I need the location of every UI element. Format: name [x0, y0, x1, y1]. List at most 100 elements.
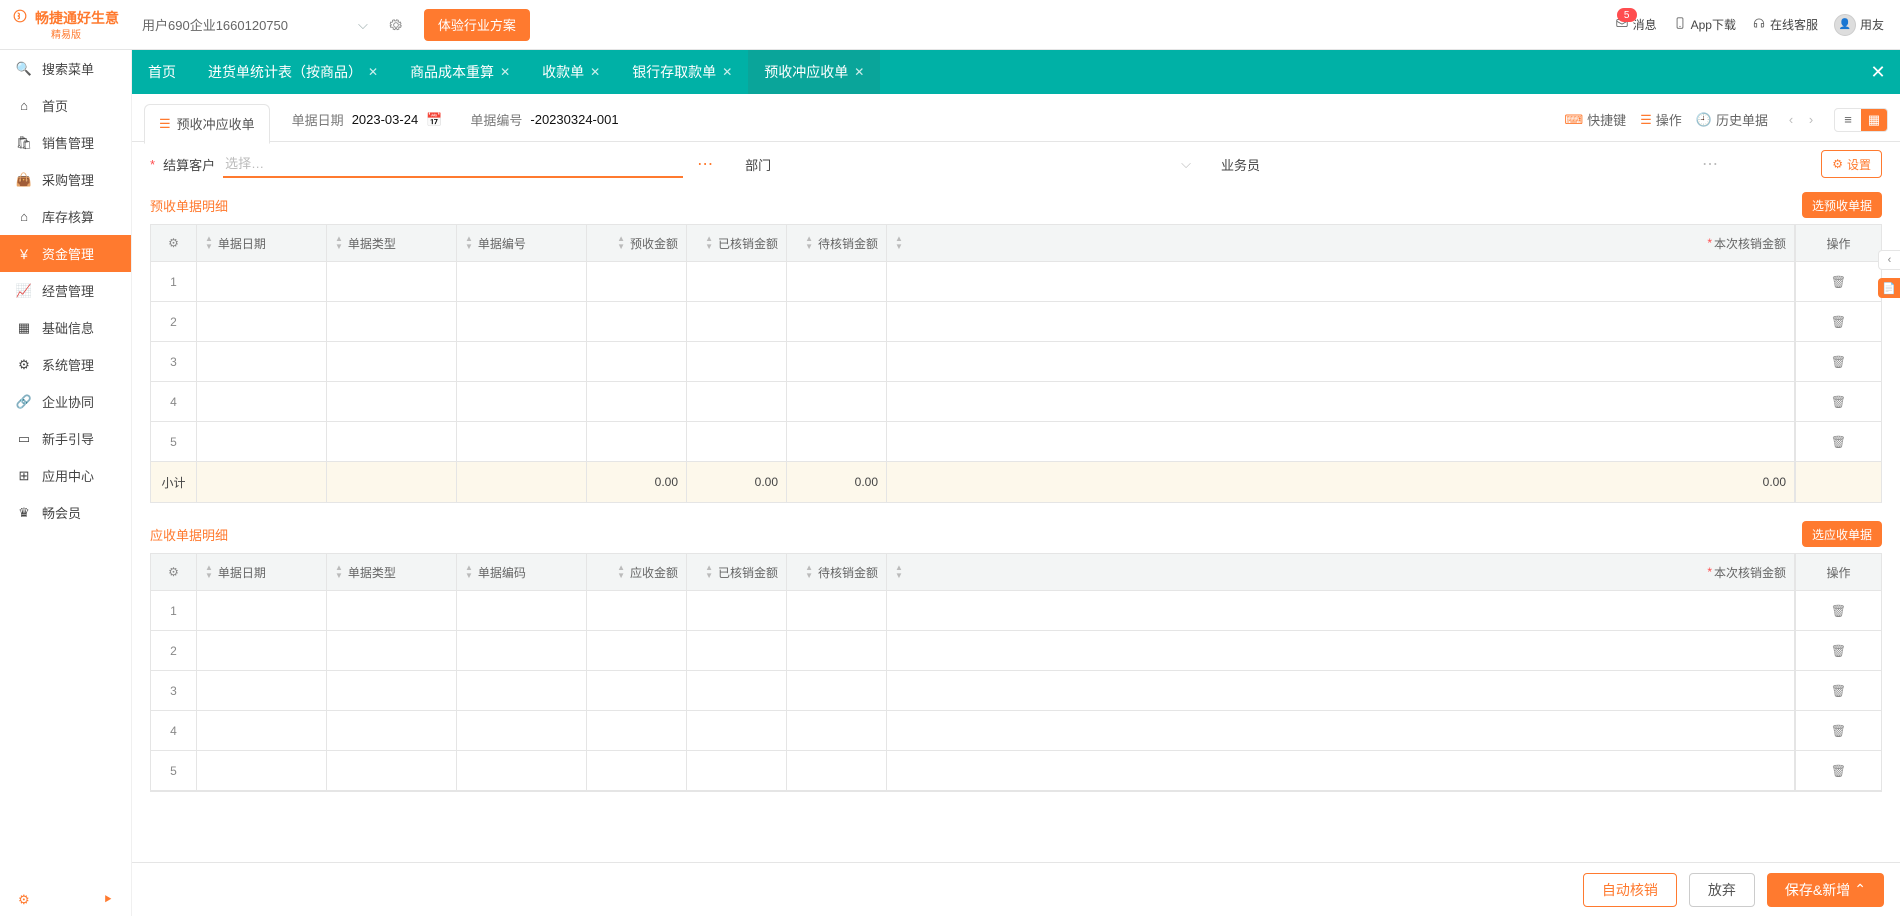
col-pend[interactable]: ▲▼待核销金额 — [787, 225, 887, 261]
doc-pill[interactable]: ☰ 预收冲应收单 — [144, 104, 270, 144]
delete-icon[interactable]: 🗑 — [1831, 275, 1846, 289]
cell[interactable] — [457, 711, 587, 751]
delete-icon[interactable]: 🗑 — [1831, 644, 1846, 658]
cell[interactable] — [327, 422, 457, 462]
cell[interactable] — [787, 751, 887, 791]
delete-icon[interactable]: 🗑 — [1831, 764, 1846, 778]
cell[interactable] — [787, 631, 887, 671]
cell[interactable] — [587, 262, 687, 302]
cell[interactable] — [327, 751, 457, 791]
table-row[interactable]: 4🗑 — [151, 711, 1881, 751]
close-all-tabs[interactable]: ✕ — [1856, 50, 1900, 94]
cell[interactable] — [197, 591, 327, 631]
settings-icon[interactable] — [380, 9, 412, 41]
tab[interactable]: 进货单统计表（按商品）✕ — [192, 50, 394, 94]
close-icon[interactable]: ✕ — [722, 65, 732, 79]
customer-picker-icon[interactable]: ⋯ — [697, 154, 715, 174]
cell[interactable] — [327, 342, 457, 382]
sidebar-item-box[interactable]: ⌂库存核算 — [0, 198, 131, 235]
cell[interactable] — [457, 631, 587, 671]
close-icon[interactable]: ✕ — [368, 65, 378, 79]
cell[interactable] — [457, 422, 587, 462]
cell[interactable] — [887, 711, 1795, 751]
col-config-icon[interactable]: ⚙ — [151, 554, 197, 590]
sidebar-item-grid[interactable]: ▦基础信息 — [0, 309, 131, 346]
customer-service-link[interactable]: 在线客服 — [1752, 16, 1818, 33]
col-this[interactable]: ▲▼*本次核销金额 — [887, 554, 1795, 590]
sidebar-item-wallet[interactable]: ￥资金管理 — [0, 235, 131, 272]
cell[interactable] — [197, 262, 327, 302]
sidebar-item-cart[interactable]: 🛍销售管理 — [0, 124, 131, 161]
cell[interactable] — [787, 382, 887, 422]
tab[interactable]: 银行存取款单✕ — [616, 50, 748, 94]
view-list[interactable]: ≡ — [1835, 109, 1861, 131]
cell[interactable] — [457, 591, 587, 631]
cell[interactable] — [687, 422, 787, 462]
col-preamt[interactable]: ▲▼预收金额 — [587, 225, 687, 261]
cell[interactable] — [787, 671, 887, 711]
customer-input[interactable] — [223, 150, 683, 178]
col-type[interactable]: ▲▼单据类型 — [327, 225, 457, 261]
table-row[interactable]: 3🗑 — [151, 342, 1881, 382]
col-date[interactable]: ▲▼单据日期 — [197, 225, 327, 261]
operate-link[interactable]: ☰操作 — [1640, 110, 1682, 129]
cell[interactable] — [687, 262, 787, 302]
cell[interactable] — [887, 631, 1795, 671]
cell[interactable] — [457, 302, 587, 342]
cell[interactable] — [587, 591, 687, 631]
cell[interactable] — [687, 302, 787, 342]
col-done[interactable]: ▲▼已核销金额 — [687, 554, 787, 590]
cell[interactable] — [887, 422, 1795, 462]
settings-button[interactable]: ⚙设置 — [1821, 150, 1882, 178]
cell[interactable] — [327, 711, 457, 751]
sidebar-item-bag[interactable]: 👜采购管理 — [0, 161, 131, 198]
col-date[interactable]: ▲▼单据日期 — [197, 554, 327, 590]
auto-match-button[interactable]: 自动核销 — [1583, 873, 1677, 907]
company-select[interactable]: 用户690企业1660120750 ⌵ — [142, 15, 368, 34]
cell[interactable] — [197, 342, 327, 382]
cell[interactable] — [887, 591, 1795, 631]
cell[interactable] — [687, 751, 787, 791]
tab[interactable]: 收款单✕ — [526, 50, 616, 94]
cell[interactable] — [687, 671, 787, 711]
cell[interactable] — [327, 382, 457, 422]
cell[interactable] — [587, 422, 687, 462]
cell[interactable] — [587, 711, 687, 751]
cell[interactable] — [787, 422, 887, 462]
collapse-icon[interactable]: ⯈ — [103, 892, 113, 908]
cell[interactable] — [587, 671, 687, 711]
col-config-icon[interactable]: ⚙ — [151, 225, 197, 261]
cell[interactable] — [327, 262, 457, 302]
cell[interactable] — [197, 671, 327, 711]
cell[interactable] — [587, 342, 687, 382]
cell[interactable] — [787, 711, 887, 751]
sidebar-item-search[interactable]: 🔍搜索菜单 — [0, 50, 131, 87]
delete-icon[interactable]: 🗑 — [1831, 724, 1846, 738]
cell[interactable] — [457, 262, 587, 302]
cell[interactable] — [887, 751, 1795, 791]
table-row[interactable]: 5🗑 — [151, 422, 1881, 462]
tab[interactable]: 预收冲应收单✕ — [748, 50, 880, 94]
cell[interactable] — [887, 382, 1795, 422]
tab[interactable]: 首页 — [132, 50, 192, 94]
sidebar-item-book[interactable]: ▭新手引导 — [0, 420, 131, 457]
cell[interactable] — [887, 262, 1795, 302]
cell[interactable] — [687, 591, 787, 631]
gear-icon[interactable]: ⚙ — [18, 892, 30, 908]
close-icon[interactable]: ✕ — [854, 65, 864, 79]
cell[interactable] — [587, 382, 687, 422]
cell[interactable] — [197, 711, 327, 751]
pager-prev[interactable]: ‹ — [1782, 111, 1800, 129]
cell[interactable] — [687, 382, 787, 422]
cell[interactable] — [197, 382, 327, 422]
chevron-down-icon[interactable]: ⌵ — [1181, 156, 1191, 172]
close-icon[interactable]: ✕ — [590, 65, 600, 79]
table-row[interactable]: 5🗑 — [151, 751, 1881, 791]
cell[interactable] — [687, 631, 787, 671]
col-done[interactable]: ▲▼已核销金额 — [687, 225, 787, 261]
tab[interactable]: 商品成本重算✕ — [394, 50, 526, 94]
sidebar-item-app[interactable]: ⊞应用中心 — [0, 457, 131, 494]
messages-link[interactable]: 消息 — [1615, 16, 1657, 33]
cell[interactable] — [787, 342, 887, 382]
delete-icon[interactable]: 🗑 — [1831, 604, 1846, 618]
